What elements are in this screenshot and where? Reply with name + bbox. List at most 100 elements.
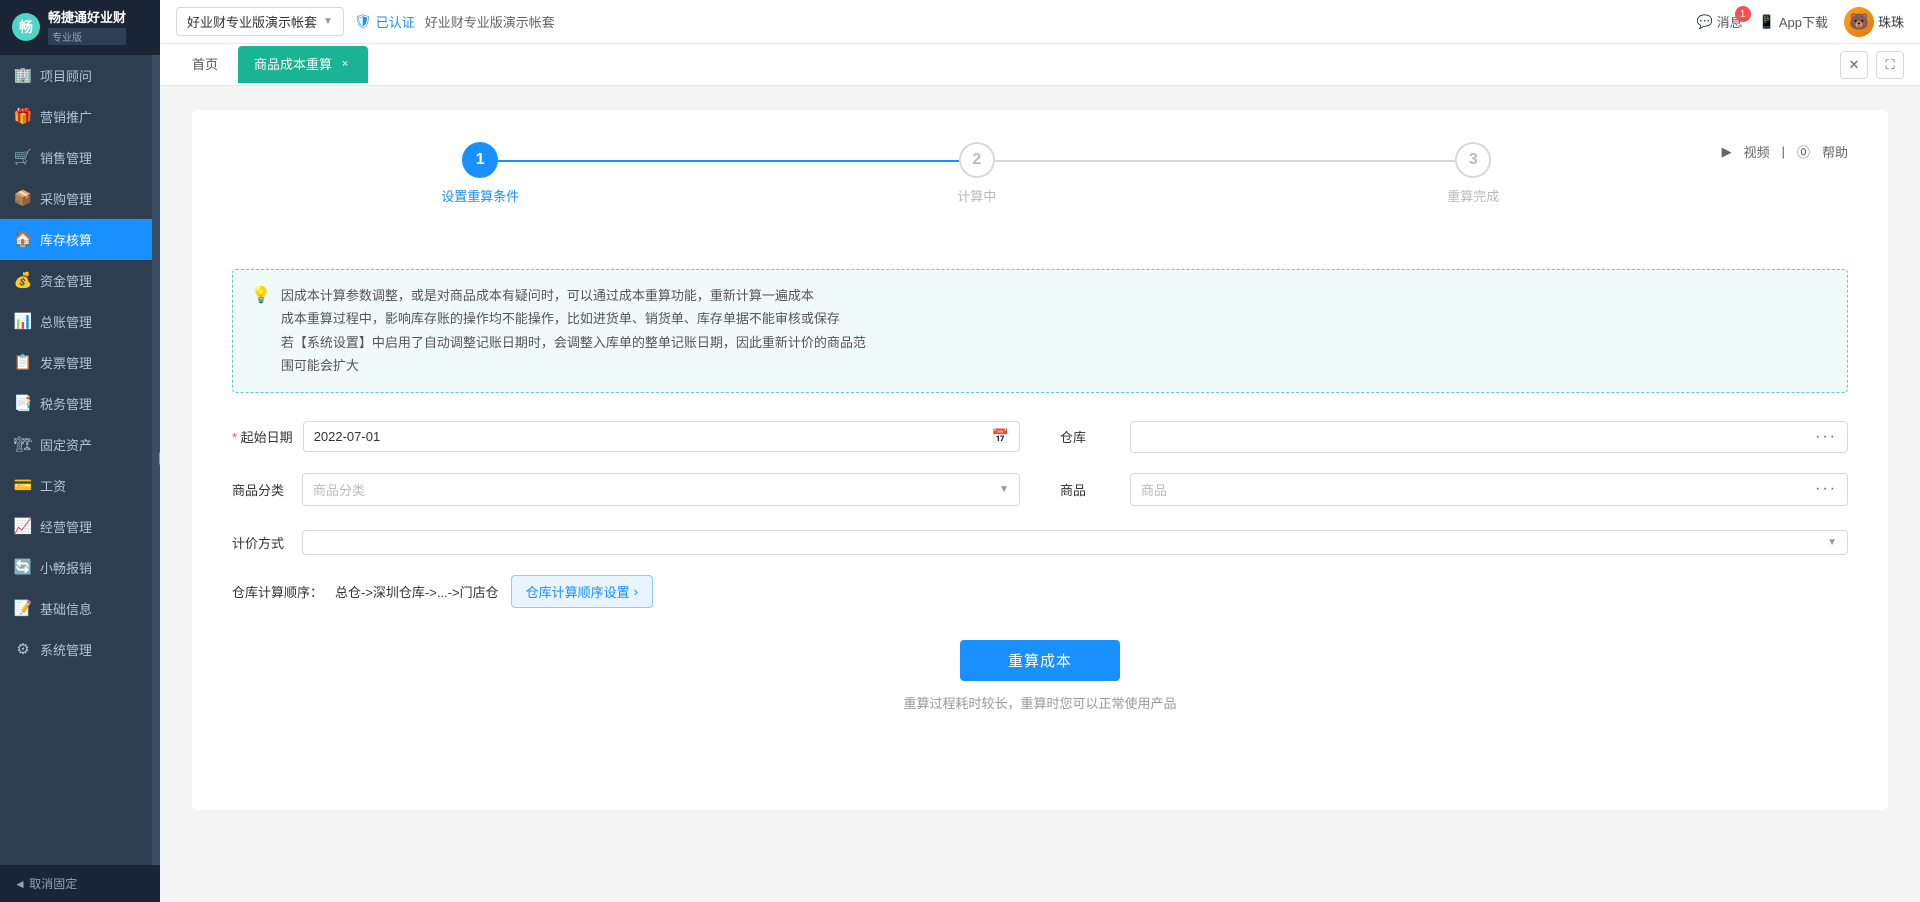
app-logo-icon: 畅 [12, 13, 40, 41]
recalc-btn[interactable]: 重算成本 [960, 640, 1120, 681]
start-date-label: 起始日期 [232, 427, 293, 446]
pricing-arrow-icon: ▼ [1827, 537, 1837, 548]
info-box-text: 因成本计算参数调整，或是对商品成本有疑问时，可以通过成本重算功能，重新计算一遍成… [281, 284, 866, 378]
sidebar-item-project[interactable]: 🏢 项目顾问 [0, 55, 152, 96]
recalc-note: 重算过程耗时较长，重算时您可以正常使用产品 [903, 693, 1176, 712]
sidebar-item-accounting[interactable]: 📊 总账管理 [0, 301, 152, 342]
expand-window-btn[interactable]: ⛶ [1876, 51, 1904, 79]
warehouse-input[interactable]: ··· [1130, 421, 1848, 453]
help-link[interactable]: 帮助 [1822, 142, 1848, 161]
sidebar-item-label: 税务管理 [40, 394, 92, 413]
tab-cost-recalc[interactable]: 商品成本重算 × [238, 46, 368, 83]
step-1: 1 设置重算条件 [232, 142, 729, 205]
sidebar-item-label: 工资 [40, 476, 66, 495]
sidebar-item-label: 项目顾问 [40, 66, 92, 85]
main-area: 好业财专业版演示帐套 ▼ 🛡 已认证 好业财专业版演示帐套 💬 消息 1 📱 A… [160, 0, 1920, 902]
sidebar-item-label: 营销推广 [40, 107, 92, 126]
step-2-num: 2 [972, 151, 981, 169]
sidebar-item-inventory[interactable]: 🏠 库存核算 [0, 219, 152, 260]
info-line-4: 围可能会扩大 [281, 354, 866, 377]
warehouse-calc-btn-label: 仓库计算顺序设置 [526, 582, 630, 601]
sidebar-item-label: 销售管理 [40, 148, 92, 167]
recalc-section: 重算成本 重算过程耗时较长，重算时您可以正常使用产品 [232, 640, 1848, 712]
pricing-select[interactable]: ▼ [302, 530, 1848, 555]
product-input[interactable]: 商品 ··· [1130, 473, 1848, 506]
sidebar-item-label: 基础信息 [40, 599, 92, 618]
phone-icon: 📱 [1759, 14, 1775, 30]
content-card: 1 设置重算条件 2 计算中 [192, 110, 1888, 810]
warehouse-calc-row: 仓库计算顺序： 总仓->深圳仓库->...->门店仓 仓库计算顺序设置 › [232, 575, 1848, 608]
step-1-num: 1 [476, 151, 485, 169]
assets-icon: 🏗 [14, 435, 32, 453]
product-ellipsis-icon: ··· [1815, 480, 1837, 498]
avatar: 🐻 [1844, 7, 1874, 37]
sidebar-header: 畅 畅捷通好业财 专业版 [0, 0, 160, 55]
sidebar-footer[interactable]: ◄ 取消固定 [0, 865, 160, 902]
step-2-circle: 2 [959, 142, 995, 178]
stepper-help-area: ▶ 视频 | ⓪ 帮助 [1722, 142, 1848, 161]
category-row: 商品分类 商品分类 ▼ [232, 473, 1020, 506]
sidebar-item-basic[interactable]: 📝 基础信息 [0, 588, 152, 629]
purchase-icon: 📦 [14, 189, 32, 207]
sidebar-item-purchase[interactable]: 📦 采购管理 [0, 178, 152, 219]
sidebar-scroll-indicator[interactable]: ▕ [152, 55, 160, 865]
product-placeholder: 商品 [1141, 480, 1167, 499]
start-date-input[interactable]: 2022-07-01 📅 [303, 421, 1020, 452]
app-download-label: App下载 [1779, 12, 1828, 31]
sales-icon: 🛒 [14, 148, 32, 166]
verified-badge: 🛡 已认证 [354, 12, 415, 31]
sidebar-item-finance[interactable]: 💰 资金管理 [0, 260, 152, 301]
user-avatar-area[interactable]: 🐻 珠珠 [1844, 7, 1904, 37]
warehouse-ellipsis-icon: ··· [1815, 428, 1837, 446]
tab-home[interactable]: 首页 [176, 46, 234, 83]
accounting-icon: 📊 [14, 312, 32, 330]
sidebar-item-sales[interactable]: 🛒 销售管理 [0, 137, 152, 178]
warehouse-calc-order-btn[interactable]: 仓库计算顺序设置 › [511, 575, 653, 608]
sidebar-item-system[interactable]: ⚙ 系统管理 [0, 629, 152, 670]
finance-icon: 💰 [14, 271, 32, 289]
tab-close-btn[interactable]: × [338, 57, 352, 71]
info-bulb-icon: 💡 [251, 285, 271, 305]
sidebar-item-salary[interactable]: 💳 工资 [0, 465, 152, 506]
info-line-2: 成本重算过程中，影响库存账的操作均不能操作，比如进货单、销货单、库存单据不能审核… [281, 307, 866, 330]
calendar-icon: 📅 [992, 428, 1009, 445]
sidebar-item-invoice[interactable]: 📋 发票管理 [0, 342, 152, 383]
pricing-label: 计价方式 [232, 533, 292, 552]
sidebar-item-marketing[interactable]: 🎁 营销推广 [0, 96, 152, 137]
message-badge: 1 [1735, 6, 1751, 22]
operation-icon: 📈 [14, 517, 32, 535]
salary-icon: 💳 [14, 476, 32, 494]
invoice-icon: 📋 [14, 353, 32, 371]
sidebar-title-block: 畅捷通好业财 专业版 [48, 10, 126, 45]
chevron-down-icon: ▼ [323, 16, 333, 27]
sidebar-item-assets[interactable]: 🏗 固定资产 [0, 424, 152, 465]
warehouse-row: 仓库 ··· [1060, 421, 1848, 453]
app-download-btn[interactable]: 📱 App下载 [1759, 12, 1828, 31]
warehouse-calc-order: 总仓->深圳仓库->...->门店仓 [335, 582, 499, 601]
sidebar-item-operation[interactable]: 📈 经营管理 [0, 506, 152, 547]
separator: | [1782, 144, 1785, 159]
tabbar-controls: ✕ ⛶ [1840, 51, 1904, 79]
warehouse-label: 仓库 [1060, 427, 1120, 446]
account-selector[interactable]: 好业财专业版演示帐套 ▼ [176, 7, 344, 36]
tab-home-label: 首页 [192, 54, 218, 73]
close-window-btn[interactable]: ✕ [1840, 51, 1868, 79]
help-icon: ⓪ [1797, 142, 1810, 161]
category-select[interactable]: 商品分类 ▼ [302, 473, 1020, 506]
sidebar-item-label: 经营管理 [40, 517, 92, 536]
category-label: 商品分类 [232, 480, 292, 499]
username-label: 珠珠 [1878, 12, 1904, 31]
sidebar-nav: 🏢 项目顾问 🎁 营销推广 🛒 销售管理 📦 采购管理 🏠 库存核算 💰 [0, 55, 152, 865]
info-box: 💡 因成本计算参数调整，或是对商品成本有疑问时，可以通过成本重算功能，重新计算一… [232, 269, 1848, 393]
sidebar-item-tax[interactable]: 📑 税务管理 [0, 383, 152, 424]
video-link[interactable]: 视频 [1744, 142, 1770, 161]
product-label: 商品 [1060, 480, 1120, 499]
shield-icon: 🛡 [354, 13, 372, 30]
step-1-label: 设置重算条件 [441, 186, 519, 205]
topbar-actions: 💬 消息 1 📱 App下载 🐻 珠珠 [1696, 7, 1904, 37]
topbar: 好业财专业版演示帐套 ▼ 🛡 已认证 好业财专业版演示帐套 💬 消息 1 📱 A… [160, 0, 1920, 44]
sidebar-item-expense[interactable]: 🔄 小畅报销 [0, 547, 152, 588]
project-icon: 🏢 [14, 66, 32, 84]
tab-cost-recalc-label: 商品成本重算 [254, 54, 332, 73]
message-btn[interactable]: 💬 消息 1 [1696, 12, 1742, 31]
